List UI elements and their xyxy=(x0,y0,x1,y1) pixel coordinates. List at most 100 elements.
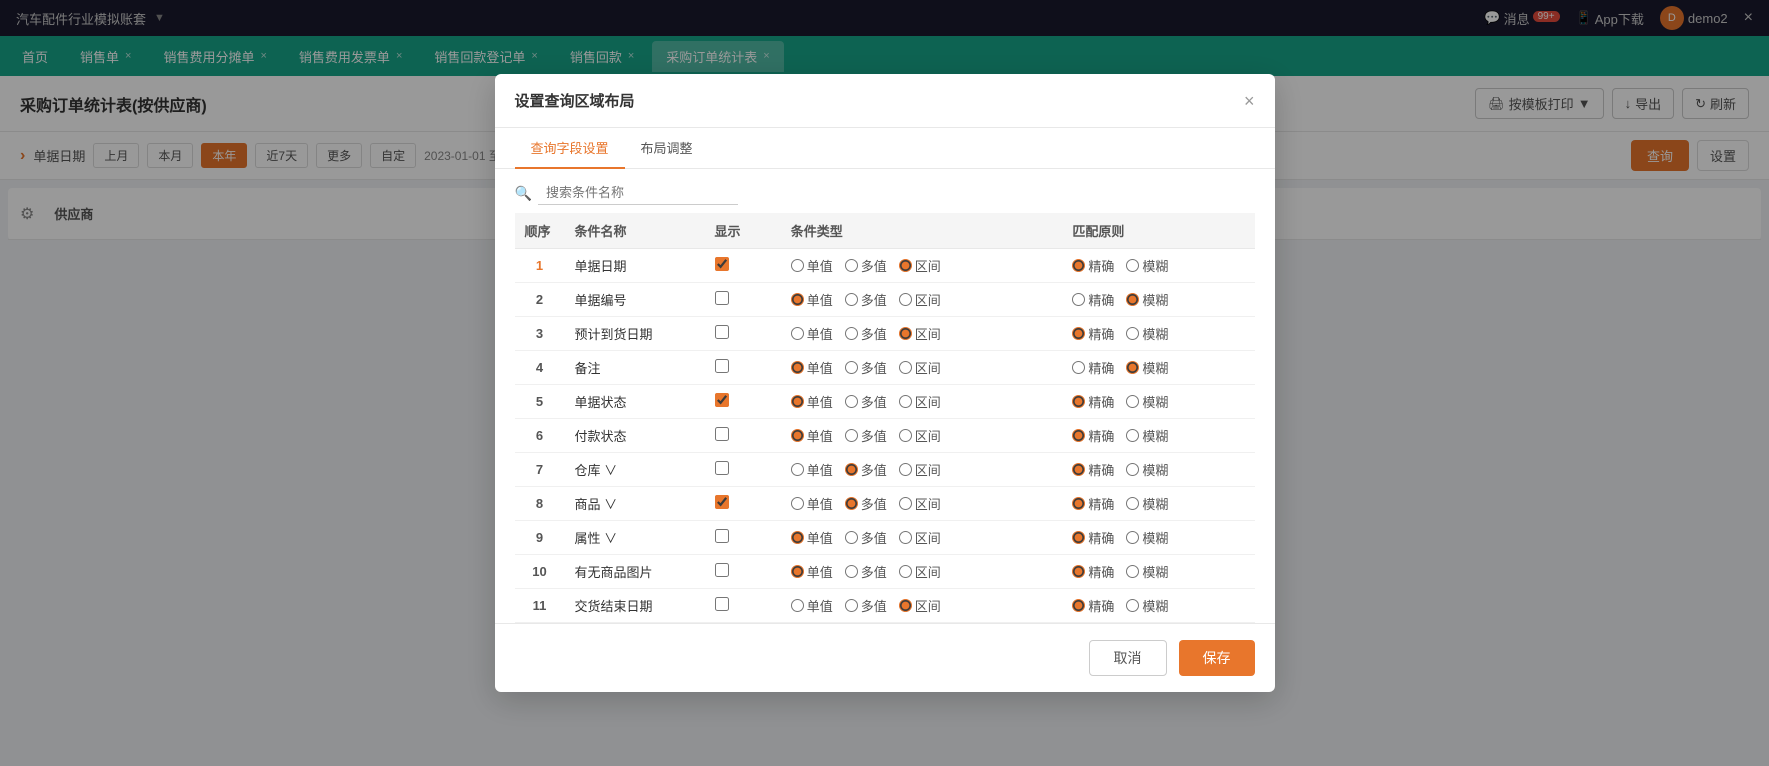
match-radio-item[interactable]: 模糊 xyxy=(1126,596,1168,615)
type-radio-item[interactable]: 单值 xyxy=(791,460,833,479)
type-radio-item[interactable]: 区间 xyxy=(899,494,941,513)
display-checkbox[interactable] xyxy=(715,427,729,441)
row-order: 11 xyxy=(515,589,565,623)
row-type-options: 单值多值区间 xyxy=(781,283,1063,317)
row-match-options: 精确模糊 xyxy=(1062,249,1254,283)
type-radio-item[interactable]: 多值 xyxy=(845,562,887,581)
match-radio-item[interactable]: 模糊 xyxy=(1126,562,1168,581)
row-match-options: 精确模糊 xyxy=(1062,555,1254,589)
type-radio-item[interactable]: 单值 xyxy=(791,562,833,581)
display-checkbox[interactable] xyxy=(715,529,729,543)
display-checkbox[interactable] xyxy=(715,597,729,611)
match-radio-item[interactable]: 模糊 xyxy=(1126,460,1168,479)
type-radio-item[interactable]: 区间 xyxy=(899,256,941,275)
type-radio-item[interactable]: 多值 xyxy=(845,290,887,309)
row-match-options: 精确模糊 xyxy=(1062,419,1254,453)
match-radio-item[interactable]: 模糊 xyxy=(1126,324,1168,343)
row-order: 6 xyxy=(515,419,565,453)
row-type-options: 单值多值区间 xyxy=(781,419,1063,453)
type-radio-item[interactable]: 区间 xyxy=(899,392,941,411)
match-radio-item[interactable]: 模糊 xyxy=(1126,494,1168,513)
row-display-checkbox xyxy=(705,385,781,419)
match-radio-item[interactable]: 模糊 xyxy=(1126,256,1168,275)
match-radio-item[interactable]: 精确 xyxy=(1072,392,1114,411)
match-radio-item[interactable]: 精确 xyxy=(1072,290,1114,309)
col-name: 条件名称 xyxy=(565,213,705,249)
type-radio-item[interactable]: 单值 xyxy=(791,358,833,377)
save-button[interactable]: 保存 xyxy=(1179,640,1255,676)
match-radio-item[interactable]: 模糊 xyxy=(1126,392,1168,411)
match-radio-item[interactable]: 模糊 xyxy=(1126,290,1168,309)
type-radio-item[interactable]: 多值 xyxy=(845,358,887,377)
table-header-row: 顺序 条件名称 显示 条件类型 匹配原则 xyxy=(515,213,1255,249)
type-radio-item[interactable]: 多值 xyxy=(845,256,887,275)
row-type-options: 单值多值区间 xyxy=(781,487,1063,521)
row-display-checkbox xyxy=(705,555,781,589)
display-checkbox[interactable] xyxy=(715,393,729,407)
modal-tab-layout[interactable]: 布局调整 xyxy=(625,128,709,169)
type-radio-item[interactable]: 区间 xyxy=(899,562,941,581)
match-radio-item[interactable]: 精确 xyxy=(1072,426,1114,445)
display-checkbox[interactable] xyxy=(715,325,729,339)
row-name: 备注 xyxy=(565,351,705,385)
match-radio-item[interactable]: 精确 xyxy=(1072,528,1114,547)
col-type: 条件类型 xyxy=(781,213,1063,249)
match-radio-item[interactable]: 精确 xyxy=(1072,256,1114,275)
match-radio-item[interactable]: 精确 xyxy=(1072,562,1114,581)
type-radio-item[interactable]: 多值 xyxy=(845,596,887,615)
type-radio-item[interactable]: 多值 xyxy=(845,324,887,343)
type-radio-item[interactable]: 多值 xyxy=(845,494,887,513)
cancel-button[interactable]: 取消 xyxy=(1089,640,1167,676)
display-checkbox[interactable] xyxy=(715,563,729,577)
type-radio-item[interactable]: 单值 xyxy=(791,392,833,411)
row-name: 单据状态 xyxy=(565,385,705,419)
type-radio-item[interactable]: 区间 xyxy=(899,596,941,615)
row-type-options: 单值多值区间 xyxy=(781,351,1063,385)
table-row: 1单据日期单值多值区间精确模糊 xyxy=(515,249,1255,283)
type-radio-item[interactable]: 单值 xyxy=(791,494,833,513)
type-radio-item[interactable]: 区间 xyxy=(899,528,941,547)
display-checkbox[interactable] xyxy=(715,495,729,509)
type-radio-item[interactable]: 单值 xyxy=(791,324,833,343)
row-display-checkbox xyxy=(705,521,781,555)
search-input[interactable] xyxy=(538,181,738,205)
match-radio-item[interactable]: 精确 xyxy=(1072,460,1114,479)
type-radio-item[interactable]: 单值 xyxy=(791,256,833,275)
table-row: 5单据状态单值多值区间精确模糊 xyxy=(515,385,1255,419)
row-name: 单据日期 xyxy=(565,249,705,283)
type-radio-item[interactable]: 多值 xyxy=(845,460,887,479)
match-radio-item[interactable]: 模糊 xyxy=(1126,528,1168,547)
modal-tab-query-fields[interactable]: 查询字段设置 xyxy=(515,128,625,169)
type-radio-item[interactable]: 多值 xyxy=(845,528,887,547)
table-row: 2单据编号单值多值区间精确模糊 xyxy=(515,283,1255,317)
display-checkbox[interactable] xyxy=(715,291,729,305)
match-radio-item[interactable]: 模糊 xyxy=(1126,358,1168,377)
row-display-checkbox xyxy=(705,317,781,351)
type-radio-item[interactable]: 区间 xyxy=(899,358,941,377)
search-icon: 🔍 xyxy=(515,185,532,202)
type-radio-item[interactable]: 多值 xyxy=(845,426,887,445)
type-radio-item[interactable]: 区间 xyxy=(899,324,941,343)
row-display-checkbox xyxy=(705,249,781,283)
type-radio-item[interactable]: 单值 xyxy=(791,528,833,547)
settings-modal: 设置查询区域布局 × 查询字段设置 布局调整 🔍 顺序 条件名称 xyxy=(495,74,1275,692)
match-radio-item[interactable]: 模糊 xyxy=(1126,426,1168,445)
row-display-checkbox xyxy=(705,589,781,623)
match-radio-item[interactable]: 精确 xyxy=(1072,596,1114,615)
type-radio-item[interactable]: 区间 xyxy=(899,460,941,479)
row-match-options: 精确模糊 xyxy=(1062,487,1254,521)
type-radio-item[interactable]: 单值 xyxy=(791,426,833,445)
type-radio-item[interactable]: 多值 xyxy=(845,392,887,411)
type-radio-item[interactable]: 区间 xyxy=(899,290,941,309)
match-radio-item[interactable]: 精确 xyxy=(1072,358,1114,377)
type-radio-item[interactable]: 单值 xyxy=(791,290,833,309)
display-checkbox[interactable] xyxy=(715,359,729,373)
type-radio-item[interactable]: 单值 xyxy=(791,596,833,615)
display-checkbox[interactable] xyxy=(715,461,729,475)
match-radio-item[interactable]: 精确 xyxy=(1072,494,1114,513)
col-match: 匹配原则 xyxy=(1062,213,1254,249)
display-checkbox[interactable] xyxy=(715,257,729,271)
match-radio-item[interactable]: 精确 xyxy=(1072,324,1114,343)
modal-close-button[interactable]: × xyxy=(1244,92,1255,110)
type-radio-item[interactable]: 区间 xyxy=(899,426,941,445)
